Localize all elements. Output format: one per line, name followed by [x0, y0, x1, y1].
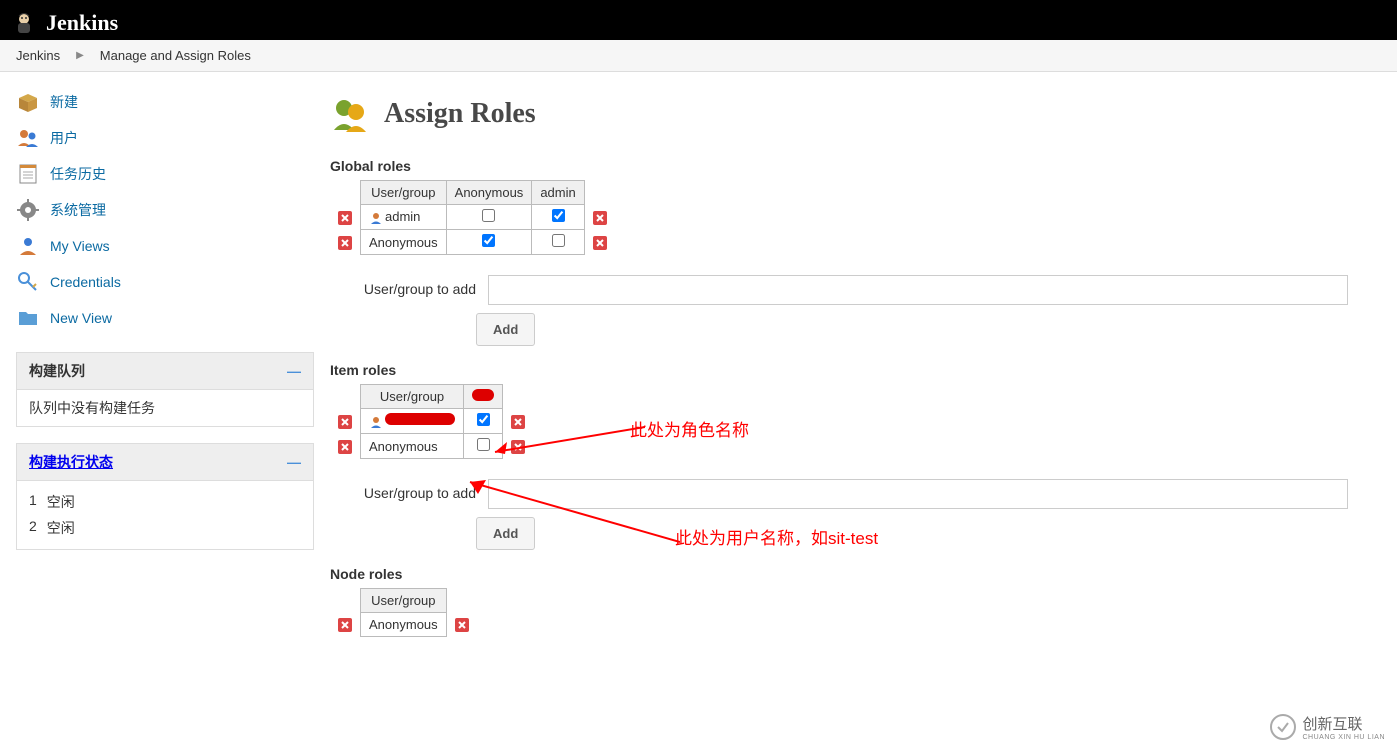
build-queue-panel: 构建队列 — 队列中没有构建任务 [16, 352, 314, 427]
delete-icon[interactable] [511, 415, 525, 429]
executor-row: 2 空闲 [29, 515, 301, 541]
sidebar-item-label: 新建 [50, 92, 78, 112]
checkbox-role[interactable] [477, 438, 490, 451]
breadcrumb: Jenkins ▶ Manage and Assign Roles [0, 40, 1397, 72]
table-row [330, 409, 533, 434]
table-row: admin [330, 205, 615, 230]
row-name: Anonymous [369, 617, 438, 632]
brand-logo-icon [1270, 714, 1296, 740]
add-label: User/group to add [358, 479, 476, 501]
add-label: User/group to add [358, 275, 476, 297]
build-exec-panel: 构建执行状态 — 1 空闲 2 空闲 [16, 443, 314, 550]
row-name: Anonymous [369, 235, 438, 250]
executor-num: 1 [29, 492, 37, 512]
sidebar-item-new[interactable]: 新建 [16, 84, 314, 120]
assign-roles-icon [330, 94, 370, 134]
delete-icon[interactable] [593, 211, 607, 225]
checkbox-anonymous[interactable] [482, 234, 495, 247]
col-user-group: User/group [361, 385, 464, 409]
breadcrumb-manage-roles[interactable]: Manage and Assign Roles [100, 48, 251, 63]
user-icon [16, 234, 40, 258]
annotation-role-name: 此处为角色名称 [630, 416, 749, 441]
build-queue-empty: 队列中没有构建任务 [29, 400, 155, 416]
notepad-icon [16, 162, 40, 186]
table-row: Anonymous [330, 230, 615, 255]
sidebar-item-label: 系统管理 [50, 200, 106, 220]
delete-icon[interactable] [338, 236, 352, 250]
build-exec-title[interactable]: 构建执行状态 [29, 452, 113, 472]
page-title: Assign Roles [384, 98, 536, 130]
global-roles-title: Global roles [330, 158, 1381, 174]
sidebar: 新建 用户 任务历史 系统管理 My Views Credentials New… [0, 72, 330, 679]
global-add-button[interactable]: Add [476, 313, 535, 346]
sidebar-item-credentials[interactable]: Credentials [16, 264, 314, 300]
executor-num: 2 [29, 518, 37, 538]
node-roles-table: User/group Anonymous [330, 588, 477, 637]
redacted-user-name [385, 413, 455, 425]
delete-icon[interactable] [338, 618, 352, 632]
col-role [464, 385, 503, 409]
executor-row: 1 空闲 [29, 489, 301, 515]
col-user-group: User/group [361, 589, 447, 613]
row-name: Anonymous [369, 439, 438, 454]
breadcrumb-separator-icon: ▶ [76, 50, 84, 61]
collapse-icon[interactable]: — [287, 363, 301, 379]
footer-brand-text: 创新互联 [1302, 713, 1385, 734]
sidebar-item-label: 任务历史 [50, 164, 106, 184]
item-roles-title: Item roles [330, 362, 1381, 378]
node-roles-title: Node roles [330, 566, 1381, 582]
delete-icon[interactable] [338, 415, 352, 429]
checkbox-admin[interactable] [552, 234, 565, 247]
delete-icon[interactable] [338, 211, 352, 225]
folder-icon [16, 306, 40, 330]
global-roles-table: User/group Anonymous admin admin Anonymo… [330, 180, 615, 255]
person-icon [369, 211, 383, 225]
checkbox-role[interactable] [477, 413, 490, 426]
sidebar-item-label: Credentials [50, 274, 121, 290]
footer-brand-sub: CHUANG XIN HU LIAN [1302, 734, 1385, 741]
gear-icon [16, 198, 40, 222]
sidebar-item-label: My Views [50, 238, 110, 254]
redacted-role-name [472, 389, 494, 401]
sidebar-item-label: New View [50, 310, 112, 326]
users-icon [16, 126, 40, 150]
person-icon [369, 415, 383, 429]
header-bar: Jenkins [0, 0, 1397, 40]
delete-icon[interactable] [338, 440, 352, 454]
sidebar-item-history[interactable]: 任务历史 [16, 156, 314, 192]
item-add-input[interactable] [488, 479, 1348, 509]
sidebar-item-manage[interactable]: 系统管理 [16, 192, 314, 228]
executor-status: 空闲 [47, 518, 75, 538]
table-row: Anonymous [330, 613, 477, 637]
executor-status: 空闲 [47, 492, 75, 512]
collapse-icon[interactable]: — [287, 454, 301, 470]
col-user-group: User/group [361, 181, 447, 205]
jenkins-logo-icon [12, 11, 36, 35]
item-add-button[interactable]: Add [476, 517, 535, 550]
sidebar-item-new-view[interactable]: New View [16, 300, 314, 336]
checkbox-admin[interactable] [552, 209, 565, 222]
header-title: Jenkins [46, 10, 118, 36]
key-icon [16, 270, 40, 294]
global-add-input[interactable] [488, 275, 1348, 305]
delete-icon[interactable] [511, 440, 525, 454]
item-roles-table: User/group Anonymous [330, 384, 533, 459]
delete-icon[interactable] [455, 618, 469, 632]
footer-brand: 创新互联 CHUANG XIN HU LIAN [1270, 713, 1385, 741]
delete-icon[interactable] [593, 236, 607, 250]
table-row: Anonymous [330, 434, 533, 459]
main-content: Assign Roles Global roles User/group Ano… [330, 72, 1397, 679]
box-icon [16, 90, 40, 114]
row-name: admin [385, 209, 420, 224]
sidebar-item-label: 用户 [50, 128, 78, 148]
annotation-user-name: 此处为用户名称，如sit-test [675, 524, 878, 549]
col-admin: admin [532, 181, 584, 205]
sidebar-item-users[interactable]: 用户 [16, 120, 314, 156]
build-queue-title: 构建队列 [29, 361, 85, 381]
sidebar-item-my-views[interactable]: My Views [16, 228, 314, 264]
checkbox-anonymous[interactable] [482, 209, 495, 222]
col-anonymous: Anonymous [446, 181, 532, 205]
breadcrumb-jenkins[interactable]: Jenkins [16, 48, 60, 63]
